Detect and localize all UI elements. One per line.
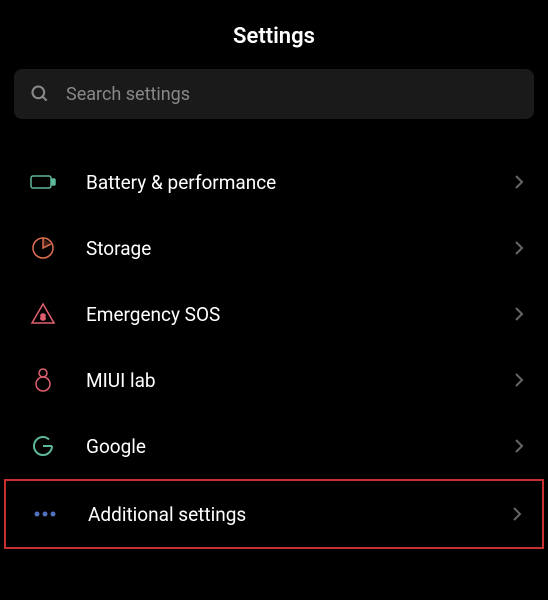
page-title: Settings — [0, 24, 548, 49]
lab-icon — [30, 367, 56, 393]
svg-text:S: S — [41, 313, 46, 322]
search-placeholder: Search settings — [66, 84, 190, 105]
item-label: Additional settings — [88, 503, 512, 526]
settings-item-emergency[interactable]: S Emergency SOS — [0, 281, 548, 347]
header: Settings — [0, 0, 548, 69]
item-label: MIUI lab — [86, 369, 514, 392]
emergency-icon: S — [30, 301, 56, 327]
search-bar[interactable]: Search settings — [14, 69, 534, 119]
item-label: Battery & performance — [86, 171, 514, 194]
chevron-right-icon — [514, 306, 524, 322]
battery-icon — [30, 169, 56, 195]
chevron-right-icon — [514, 372, 524, 388]
chevron-right-icon — [514, 438, 524, 454]
item-label: Emergency SOS — [86, 303, 514, 326]
item-label: Storage — [86, 237, 514, 260]
item-label: Google — [86, 435, 514, 458]
google-icon — [30, 433, 56, 459]
settings-list: Battery & performance Storage S — [0, 149, 548, 549]
settings-item-battery[interactable]: Battery & performance — [0, 149, 548, 215]
settings-item-miui-lab[interactable]: MIUI lab — [0, 347, 548, 413]
settings-item-additional[interactable]: Additional settings — [4, 479, 544, 549]
more-icon — [32, 501, 58, 527]
chevron-right-icon — [514, 240, 524, 256]
chevron-right-icon — [514, 174, 524, 190]
search-icon — [30, 84, 50, 104]
storage-icon — [30, 235, 56, 261]
settings-item-google[interactable]: Google — [0, 413, 548, 479]
chevron-right-icon — [512, 506, 522, 522]
settings-item-storage[interactable]: Storage — [0, 215, 548, 281]
